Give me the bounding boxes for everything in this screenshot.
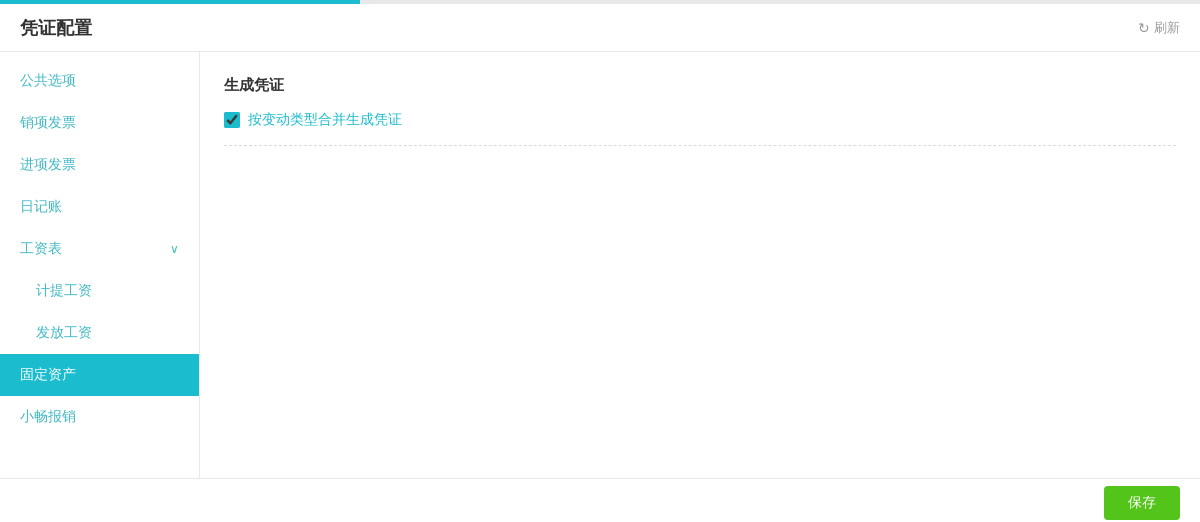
sidebar-item-label: 工资表: [20, 240, 62, 258]
sidebar-item-payroll-issue[interactable]: 发放工资: [0, 312, 199, 354]
content-area: 生成凭证 按变动类型合并生成凭证: [200, 52, 1200, 478]
sidebar-item-label: 发放工资: [36, 324, 92, 342]
sidebar-item-label: 小畅报销: [20, 408, 76, 426]
page-title: 凭证配置: [20, 16, 92, 40]
sidebar-item-public[interactable]: 公共选项: [0, 60, 199, 102]
sidebar-item-fixed-assets[interactable]: 固定资产: [0, 354, 199, 396]
sidebar-item-label: 计提工资: [36, 282, 92, 300]
content-divider: [224, 145, 1176, 146]
sidebar-item-label: 进项发票: [20, 156, 76, 174]
refresh-label: 刷新: [1154, 19, 1180, 37]
merge-checkbox-label[interactable]: 按变动类型合并生成凭证: [248, 111, 402, 129]
footer-bar: 保存: [0, 478, 1200, 522]
refresh-button[interactable]: ↻ 刷新: [1138, 19, 1180, 37]
sidebar-item-label: 销项发票: [20, 114, 76, 132]
sidebar-item-label: 日记账: [20, 198, 62, 216]
chevron-down-icon: ∨: [170, 242, 179, 256]
sidebar-item-label: 公共选项: [20, 72, 76, 90]
sidebar-item-journal[interactable]: 日记账: [0, 186, 199, 228]
checkbox-row: 按变动类型合并生成凭证: [224, 111, 1176, 129]
sidebar-item-purchase-invoice[interactable]: 进项发票: [0, 144, 199, 186]
main-layout: 公共选项销项发票进项发票日记账工资表 ∨ 计提工资发放工资固定资产小畅报销 生成凭证…: [0, 52, 1200, 478]
section-title: 生成凭证: [224, 76, 1176, 95]
page-header: 凭证配置 ↻ 刷新: [0, 4, 1200, 52]
save-button[interactable]: 保存: [1104, 486, 1180, 520]
sidebar-item-label: 固定资产: [20, 366, 76, 384]
sidebar-item-petty-cash[interactable]: 小畅报销: [0, 396, 199, 438]
merge-checkbox[interactable]: [224, 112, 240, 128]
sidebar-item-sales-invoice[interactable]: 销项发票: [0, 102, 199, 144]
sidebar-item-payroll-calc[interactable]: 计提工资: [0, 270, 199, 312]
sidebar: 公共选项销项发票进项发票日记账工资表 ∨ 计提工资发放工资固定资产小畅报销: [0, 52, 200, 478]
sidebar-item-payroll[interactable]: 工资表 ∨: [0, 228, 199, 270]
refresh-icon: ↻: [1138, 20, 1150, 36]
